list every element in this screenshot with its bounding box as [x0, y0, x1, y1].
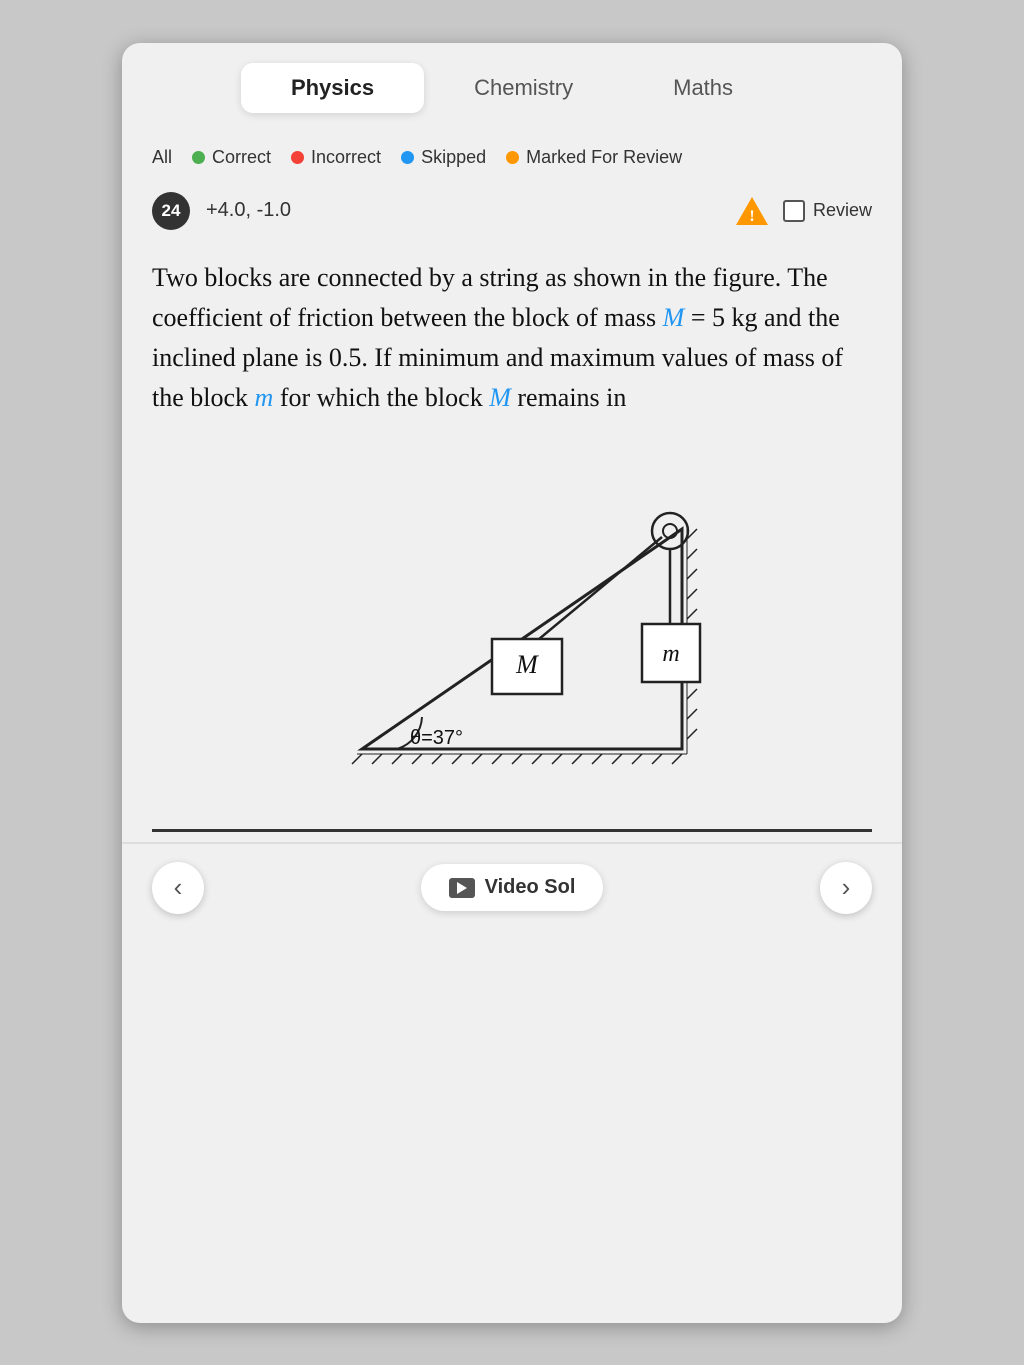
question-text: Two blocks are connected by a string as … — [152, 258, 872, 419]
bottom-nav: ‹ Video Sol › — [122, 842, 902, 924]
var-m: m — [255, 383, 274, 412]
meta-left: 24 +4.0, -1.0 — [152, 192, 291, 230]
question-number: 24 — [152, 192, 190, 230]
warning-triangle-svg: ! — [735, 194, 769, 228]
question-marks: +4.0, -1.0 — [206, 199, 291, 222]
filter-marked-label: Marked For Review — [526, 147, 682, 168]
tab-physics[interactable]: Physics — [241, 63, 424, 113]
checkbox-box[interactable] — [783, 200, 805, 222]
filter-correct-label: Correct — [212, 147, 271, 168]
warning-icon[interactable]: ! — [735, 194, 769, 228]
review-label: Review — [813, 200, 872, 221]
tab-maths[interactable]: Maths — [623, 63, 783, 113]
correct-dot — [192, 151, 205, 164]
play-triangle-icon — [457, 882, 467, 894]
var-M2: M — [489, 383, 511, 412]
question-meta-row: 24 +4.0, -1.0 ! Review — [122, 182, 902, 240]
video-sol-button[interactable]: Video Sol — [421, 864, 604, 911]
video-icon — [449, 878, 475, 898]
filter-skipped[interactable]: Skipped — [401, 147, 486, 168]
filter-all[interactable]: All — [152, 147, 172, 168]
incorrect-dot — [291, 151, 304, 164]
question-body: Two blocks are connected by a string as … — [122, 248, 902, 829]
prev-icon: ‹ — [174, 872, 183, 903]
filter-skipped-label: Skipped — [421, 147, 486, 168]
filter-row: All Correct Incorrect Skipped Marked For… — [122, 133, 902, 182]
physics-diagram: M m θ=37° — [302, 439, 722, 779]
tab-chemistry[interactable]: Chemistry — [424, 63, 623, 113]
svg-text:m: m — [662, 641, 679, 667]
svg-text:!: ! — [749, 208, 754, 225]
next-icon: › — [842, 872, 851, 903]
subject-tabs: Physics Chemistry Maths — [122, 43, 902, 123]
filter-marked[interactable]: Marked For Review — [506, 147, 682, 168]
video-sol-label: Video Sol — [485, 876, 576, 899]
marked-dot — [506, 151, 519, 164]
next-button[interactable]: › — [820, 862, 872, 914]
prev-button[interactable]: ‹ — [152, 862, 204, 914]
skipped-dot — [401, 151, 414, 164]
svg-text:M: M — [515, 650, 539, 679]
diagram-container: M m θ=37° — [152, 439, 872, 779]
filter-incorrect[interactable]: Incorrect — [291, 147, 381, 168]
var-M: M — [663, 303, 685, 332]
filter-all-label: All — [152, 147, 172, 168]
review-checkbox[interactable]: Review — [783, 200, 872, 222]
svg-text:θ=37°: θ=37° — [410, 727, 463, 749]
bottom-divider — [152, 829, 872, 832]
meta-right: ! Review — [735, 194, 872, 228]
filter-correct[interactable]: Correct — [192, 147, 271, 168]
main-card: Physics Chemistry Maths All Correct Inco… — [122, 43, 902, 1323]
filter-incorrect-label: Incorrect — [311, 147, 381, 168]
